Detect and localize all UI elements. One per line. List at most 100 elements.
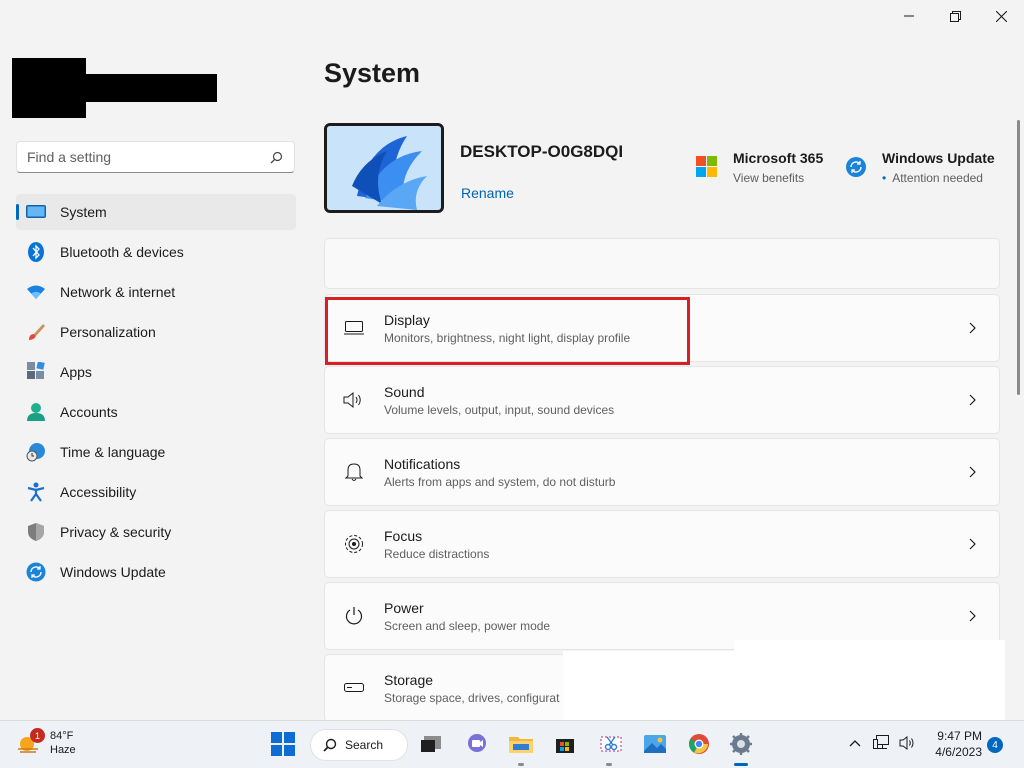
display-icon xyxy=(343,317,365,339)
restore-icon xyxy=(949,10,961,22)
microsoft-store-button[interactable] xyxy=(552,731,578,757)
taskbar: 1 84°F Haze Search 9:47 PM 4/6/2023 4 xyxy=(0,720,1024,768)
running-indicator xyxy=(606,763,612,766)
card-sound[interactable]: Sound Volume levels, output, input, soun… xyxy=(324,366,1000,434)
sidebar-item-label: Accounts xyxy=(60,404,118,420)
card-title: Power xyxy=(384,599,424,616)
notification-badge[interactable]: 4 xyxy=(987,737,1003,753)
snipping-tool-button[interactable] xyxy=(598,731,624,757)
scissors-icon xyxy=(600,736,622,752)
occluding-overlay xyxy=(563,651,1005,721)
minimize-icon xyxy=(904,15,914,17)
sidebar-item-label: Accessibility xyxy=(60,484,137,500)
brush-icon xyxy=(25,321,47,343)
update-icon xyxy=(25,561,47,583)
clock[interactable]: 9:47 PM 4/6/2023 xyxy=(928,728,982,760)
chevron-right-icon xyxy=(965,320,981,336)
sidebar-item-privacy[interactable]: Privacy & security xyxy=(16,514,296,550)
globe-clock-icon xyxy=(25,441,47,463)
chevron-up-icon xyxy=(849,740,861,747)
card-notifications[interactable]: Notifications Alerts from apps and syste… xyxy=(324,438,1000,506)
sidebar-item-time-language[interactable]: Time & language xyxy=(16,434,296,470)
sidebar-nav: System Bluetooth & devices Network & int… xyxy=(16,194,296,594)
power-icon xyxy=(343,605,365,627)
card-subtitle: Volume levels, output, input, sound devi… xyxy=(384,402,615,417)
search-icon xyxy=(323,738,337,752)
sidebar-item-network[interactable]: Network & internet xyxy=(16,274,296,310)
clock-date: 4/6/2023 xyxy=(935,745,982,759)
accessibility-icon xyxy=(25,481,47,503)
microsoft-logo-icon xyxy=(696,156,718,178)
bluetooth-icon xyxy=(25,241,47,263)
card-subtitle: Screen and sleep, power mode xyxy=(384,618,551,633)
sidebar-item-bluetooth[interactable]: Bluetooth & devices xyxy=(16,234,296,270)
sidebar-item-label: System xyxy=(60,204,107,220)
sidebar-item-label: Bluetooth & devices xyxy=(60,244,184,260)
wifi-icon xyxy=(25,281,47,303)
card-subtitle: Monitors, brightness, night light, displ… xyxy=(384,330,631,345)
chrome-button[interactable] xyxy=(686,731,712,757)
sidebar-item-apps[interactable]: Apps xyxy=(16,354,296,390)
running-indicator xyxy=(518,763,524,766)
close-button[interactable] xyxy=(978,0,1024,32)
scrollbar[interactable] xyxy=(1017,120,1020,395)
settings-app-button[interactable] xyxy=(728,731,754,757)
teams-chat-button[interactable] xyxy=(464,731,490,757)
promo-subtitle-text: Attention needed xyxy=(892,171,983,185)
file-explorer-button[interactable] xyxy=(508,731,534,757)
windows-update-promo[interactable]: Windows Update • Attention needed xyxy=(845,150,995,185)
sidebar-item-system[interactable]: System xyxy=(16,194,296,230)
photos-icon xyxy=(644,735,666,753)
search-placeholder: Find a setting xyxy=(27,149,112,165)
weather-temp: 84°F xyxy=(50,730,74,742)
account-name-redacted xyxy=(86,74,217,102)
chevron-right-icon xyxy=(965,392,981,408)
status-dot-icon: • xyxy=(882,171,887,185)
apps-icon xyxy=(25,361,47,383)
network-status[interactable] xyxy=(872,733,892,753)
chevron-right-icon xyxy=(965,536,981,552)
device-name: DESKTOP-O0G8DQI xyxy=(460,142,624,161)
show-hidden-icons-button[interactable] xyxy=(848,733,862,753)
card-focus[interactable]: Focus Reduce distractions xyxy=(324,510,1000,578)
network-monitor-icon xyxy=(873,735,889,749)
blank-banner-card xyxy=(324,238,1000,289)
photos-app-button[interactable] xyxy=(642,731,668,757)
taskbar-search-label: Search xyxy=(345,738,384,752)
weather-widget[interactable]: 1 84°F Haze xyxy=(16,728,76,757)
page-title: System xyxy=(324,58,421,88)
gear-icon xyxy=(730,733,752,755)
device-wallpaper-thumbnail xyxy=(324,123,444,213)
update-icon xyxy=(845,156,867,178)
speaker-icon xyxy=(343,389,365,411)
sidebar-item-accessibility[interactable]: Accessibility xyxy=(16,474,296,510)
chrome-icon xyxy=(689,734,709,754)
search-icon xyxy=(268,149,284,165)
card-title: Display xyxy=(384,311,430,328)
minimize-button[interactable] xyxy=(886,0,932,32)
maximize-button[interactable] xyxy=(932,0,978,32)
weather-sun-icon: 1 xyxy=(16,728,45,756)
microsoft-365-promo[interactable]: Microsoft 365 View benefits xyxy=(696,150,823,185)
promo-subtitle: View benefits xyxy=(733,171,805,185)
card-title: Notifications xyxy=(384,455,461,472)
search-input[interactable]: Find a setting xyxy=(16,141,295,173)
volume-control[interactable] xyxy=(898,733,918,753)
windows-bloom-wallpaper xyxy=(327,126,441,210)
rename-link[interactable]: Rename xyxy=(461,185,514,201)
sidebar-item-label: Personalization xyxy=(60,324,156,340)
window-controls xyxy=(886,0,1024,32)
card-subtitle: Alerts from apps and system, do not dist… xyxy=(384,474,616,489)
card-display[interactable]: Display Monitors, brightness, night ligh… xyxy=(324,294,1000,362)
sidebar-item-accounts[interactable]: Accounts xyxy=(16,394,296,430)
sidebar-item-personalization[interactable]: Personalization xyxy=(16,314,296,350)
sidebar-item-label: Apps xyxy=(60,364,92,380)
chevron-right-icon xyxy=(965,608,981,624)
task-view-button[interactable] xyxy=(418,731,444,757)
card-title: Focus xyxy=(384,527,423,544)
start-button[interactable] xyxy=(270,731,296,757)
sidebar-item-label: Time & language xyxy=(60,444,166,460)
taskbar-search[interactable]: Search xyxy=(310,729,408,761)
sidebar-item-windows-update[interactable]: Windows Update xyxy=(16,554,296,590)
store-icon xyxy=(556,739,574,753)
